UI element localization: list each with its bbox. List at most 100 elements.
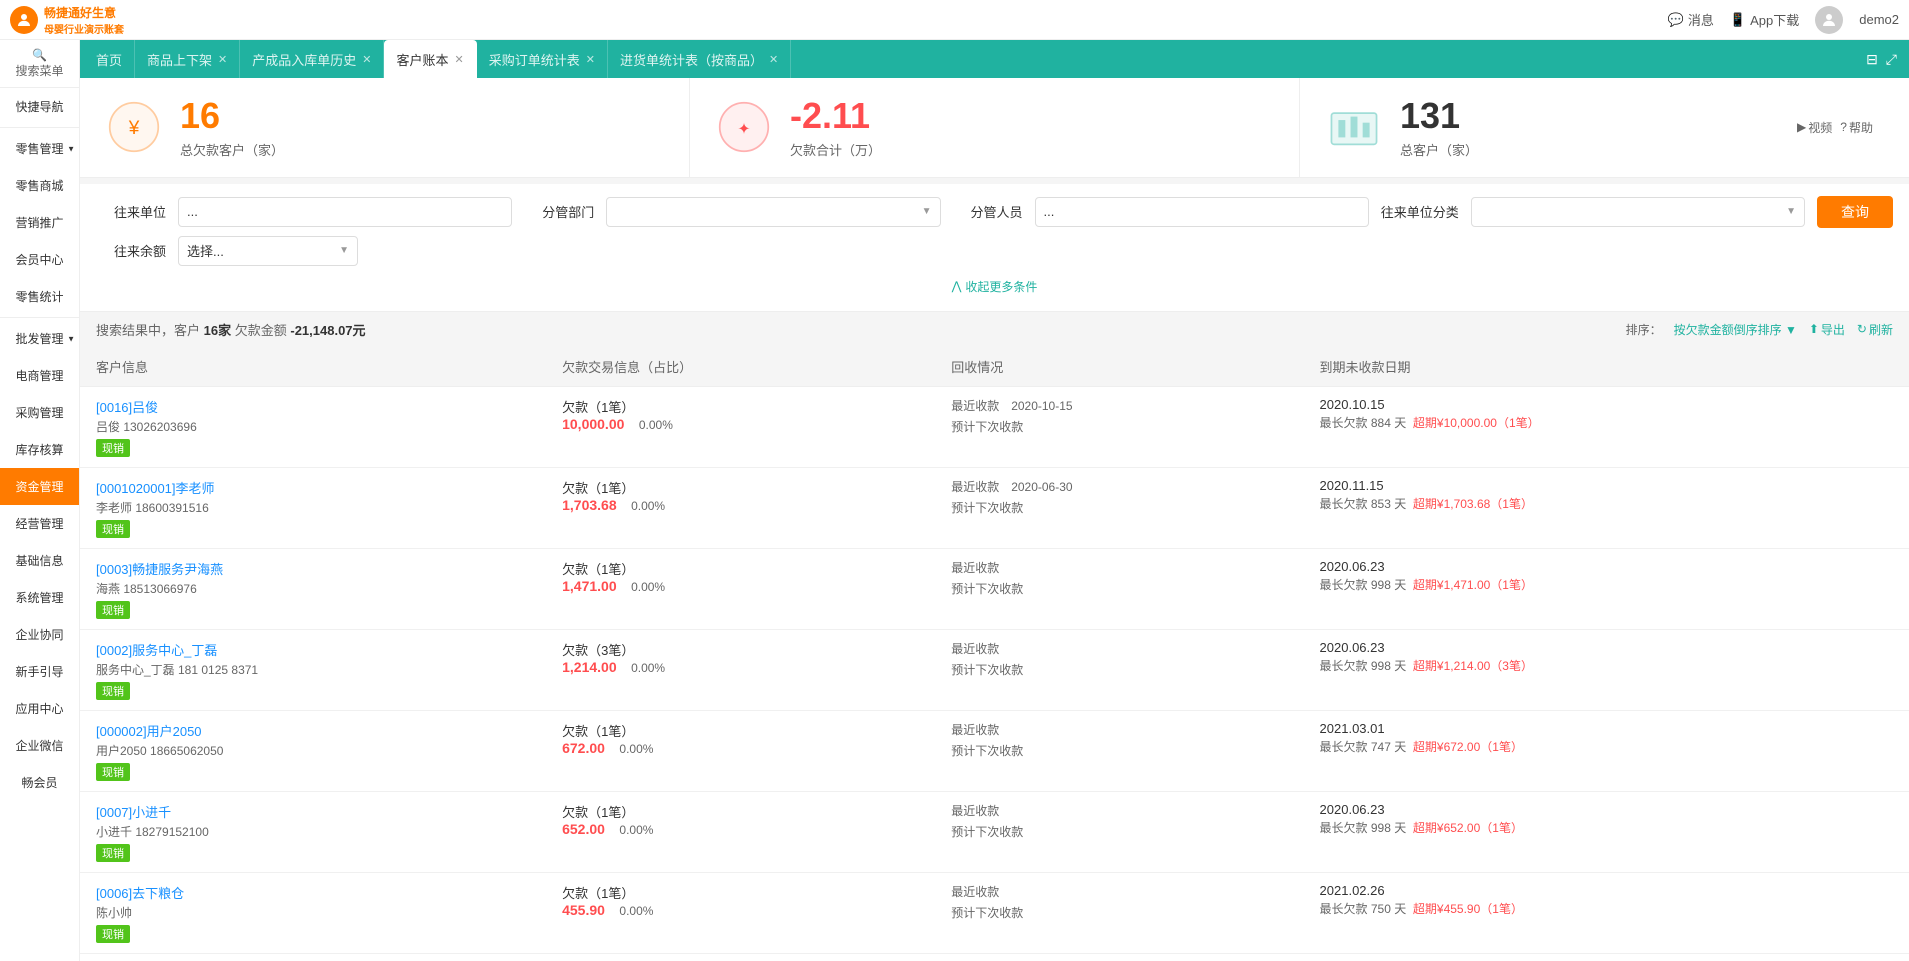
tab-purchase-order-close[interactable]: ✕: [586, 53, 595, 66]
overdue-link-6[interactable]: 超期¥455.90（1笔）: [1413, 902, 1523, 916]
export-btn[interactable]: ⬆ 导出: [1809, 321, 1845, 338]
result-actions: 排序： 按欠款金额倒序排序 ▼ ⬆ 导出 ↻ 刷新: [1626, 321, 1893, 338]
tab-expand-icon[interactable]: ⊟: [1866, 51, 1878, 68]
sidebar-item-label: 采购管理: [6, 404, 73, 421]
overdue-link-3[interactable]: 超期¥1,214.00（3笔）: [1413, 659, 1533, 673]
filter-row-1: 往来单位 ... 分管部门 ▼ 分管人员 ... 往来单位: [96, 196, 1893, 228]
person-dots: ...: [1044, 204, 1055, 219]
app-download-btn[interactable]: 📱 App下载: [1730, 10, 1799, 29]
sidebar-item-purchase[interactable]: 采购管理: [0, 394, 79, 431]
sidebar-item-marketing[interactable]: 营销推广: [0, 204, 79, 241]
debt-count-4: 欠款（1笔）: [562, 721, 919, 740]
search-menu[interactable]: 🔍 搜索菜单: [0, 40, 79, 88]
recovery-next-2: 预计下次收款: [951, 580, 1287, 597]
sidebar-item-corp-wx[interactable]: 企业微信: [0, 727, 79, 764]
help-btn[interactable]: ? 帮助: [1840, 119, 1873, 136]
customer-name-0[interactable]: [0016]吕俊: [96, 397, 530, 416]
avatar[interactable]: [1815, 6, 1843, 34]
sidebar-item-finance[interactable]: 资金管理: [0, 468, 79, 505]
recovery-next-4: 预计下次收款: [951, 742, 1287, 759]
sidebar-item-stock[interactable]: 库存核算: [0, 431, 79, 468]
table-row: [0003]畅捷服务尹海燕 海燕 18513066976 现销 欠款（1笔） 1…: [80, 548, 1909, 629]
sort-select[interactable]: 按欠款金额倒序排序 ▼: [1674, 321, 1797, 338]
table-header: 客户信息 欠款交易信息（占比） 回收情况 到期未收款日期: [80, 347, 1909, 387]
overdue-link-0[interactable]: 超期¥10,000.00（1笔）: [1413, 416, 1540, 430]
sidebar-item-ecom[interactable]: 电商管理: [0, 357, 79, 394]
due-date-6: 2021.02.26: [1320, 883, 1893, 898]
help-icon: ?: [1840, 120, 1847, 134]
recovery-next-1: 预计下次收款: [951, 499, 1287, 516]
from-unit-dots: ...: [187, 204, 198, 219]
tab-produce-history-close[interactable]: ✕: [362, 53, 371, 66]
tab-home[interactable]: 首页: [84, 40, 135, 78]
tab-fullscreen-icon[interactable]: ⤢: [1886, 51, 1897, 68]
sidebar-item-sys-mgmt[interactable]: 系统管理: [0, 579, 79, 616]
customer-sub-5: 小进千 18279152100: [96, 823, 530, 840]
sidebar-item-batch-mgmt[interactable]: 批发管理: [0, 320, 79, 357]
balance-placeholder: 选择...: [187, 241, 224, 260]
sidebar-item-member[interactable]: 会员中心: [0, 241, 79, 278]
due-max-1: 最长欠款 853 天 超期¥1,703.68（1笔）: [1320, 495, 1893, 512]
cell-customer-0: [0016]吕俊 吕俊 13026203696 现销: [80, 386, 546, 467]
customer-name-3[interactable]: [0002]服务中心_丁磊: [96, 640, 530, 659]
sidebar-item-label: 快捷导航: [6, 98, 73, 115]
customer-name-2[interactable]: [0003]畅捷服务尹海燕: [96, 559, 530, 578]
sidebar-item-app-center[interactable]: 应用中心: [0, 690, 79, 727]
customer-name-4[interactable]: [000002]用户2050: [96, 721, 530, 740]
overdue-link-4[interactable]: 超期¥672.00（1笔）: [1413, 740, 1523, 754]
from-unit-input[interactable]: ...: [178, 197, 512, 227]
overdue-link-5[interactable]: 超期¥652.00（1笔）: [1413, 821, 1523, 835]
message-btn[interactable]: 💬 消息: [1668, 10, 1714, 29]
sidebar-item-retail-mall[interactable]: 零售商城: [0, 167, 79, 204]
sidebar-item-retail-stats[interactable]: 零售统计: [0, 278, 79, 315]
tab-customer-account[interactable]: 客户账本 ✕: [384, 40, 476, 78]
sidebar-item-basic-info[interactable]: 基础信息: [0, 542, 79, 579]
sidebar-item-label: 新手引导: [6, 663, 73, 680]
cell-due-2: 2020.06.23 最长欠款 998 天 超期¥1,471.00（1笔）: [1304, 548, 1909, 629]
table-row: [0016]吕俊 吕俊 13026203696 现销 欠款（1笔） 10,000…: [80, 386, 1909, 467]
customer-tag-5: 现销: [96, 844, 130, 862]
page-content: ¥ 16 总欠款客户（家） ✦: [80, 78, 1909, 961]
balance-select[interactable]: 选择... ▼: [178, 236, 358, 266]
table-row: [0006]去下粮仓 陈小帅 现销 欠款（1笔） 455.90 0.00% 最近…: [80, 872, 1909, 953]
debt-count-6: 欠款（1笔）: [562, 883, 919, 902]
customer-name-1[interactable]: [0001020001]李老师: [96, 478, 530, 497]
view-video-btn[interactable]: ▶ 视频: [1797, 119, 1832, 136]
unit-category-select[interactable]: ▼: [1471, 197, 1805, 227]
customer-name-6[interactable]: [0006]去下粮仓: [96, 883, 530, 902]
overdue-link-2[interactable]: 超期¥1,471.00（1笔）: [1413, 578, 1533, 592]
dept-select[interactable]: ▼: [606, 197, 940, 227]
result-bar: 搜索结果中，客户 16家 欠款金额 -21,148.07元 排序： 按欠款金额倒…: [80, 312, 1909, 347]
sidebar-item-quick-nav[interactable]: 快捷导航: [0, 88, 79, 125]
sidebar-item-member2[interactable]: 畅会员: [0, 764, 79, 801]
tab-product-off-close[interactable]: ✕: [218, 53, 227, 66]
tab-produce-history[interactable]: 产成品入库单历史 ✕: [240, 40, 384, 78]
video-icon: ▶: [1797, 120, 1806, 134]
sidebar-item-newbie[interactable]: 新手引导: [0, 653, 79, 690]
due-max-2: 最长欠款 998 天 超期¥1,471.00（1笔）: [1320, 576, 1893, 593]
amount-prefix: 欠款金额: [235, 323, 287, 338]
debt-count-5: 欠款（1笔）: [562, 802, 919, 821]
tab-customer-account-close[interactable]: ✕: [455, 53, 464, 66]
tab-incoming-stats-close[interactable]: ✕: [769, 53, 778, 66]
sidebar-item-corp[interactable]: 企业协同: [0, 616, 79, 653]
collapse-button[interactable]: ⋀ 收起更多条件: [952, 278, 1038, 295]
recovery-next-3: 预计下次收款: [951, 661, 1287, 678]
tab-product-off[interactable]: 商品上下架 ✕: [135, 40, 240, 78]
customer-tag-2: 现销: [96, 601, 130, 619]
sidebar-divider-2: [0, 317, 79, 318]
tab-purchase-order[interactable]: 采购订单统计表 ✕: [477, 40, 608, 78]
customer-name-5[interactable]: [0007]小进千: [96, 802, 530, 821]
sidebar-item-biz-mgmt[interactable]: 经营管理: [0, 505, 79, 542]
tab-incoming-stats[interactable]: 进货单统计表（按商品） ✕: [608, 40, 791, 78]
refresh-btn[interactable]: ↻ 刷新: [1857, 321, 1893, 338]
debt-pct-6: 0.00%: [619, 904, 653, 918]
overdue-link-1[interactable]: 超期¥1,703.68（1笔）: [1413, 497, 1533, 511]
svg-text:✦: ✦: [737, 121, 750, 138]
sidebar-item-retail-mgmt[interactable]: 零售管理: [0, 130, 79, 167]
sidebar-item-label: 系统管理: [6, 589, 73, 606]
sidebar-divider-1: [0, 127, 79, 128]
person-input[interactable]: ...: [1035, 197, 1369, 227]
query-button[interactable]: 查询: [1817, 196, 1893, 228]
top-bar: 畅捷通好生意 母婴行业演示账套 💬 消息 📱 App下载 demo2: [0, 0, 1909, 40]
